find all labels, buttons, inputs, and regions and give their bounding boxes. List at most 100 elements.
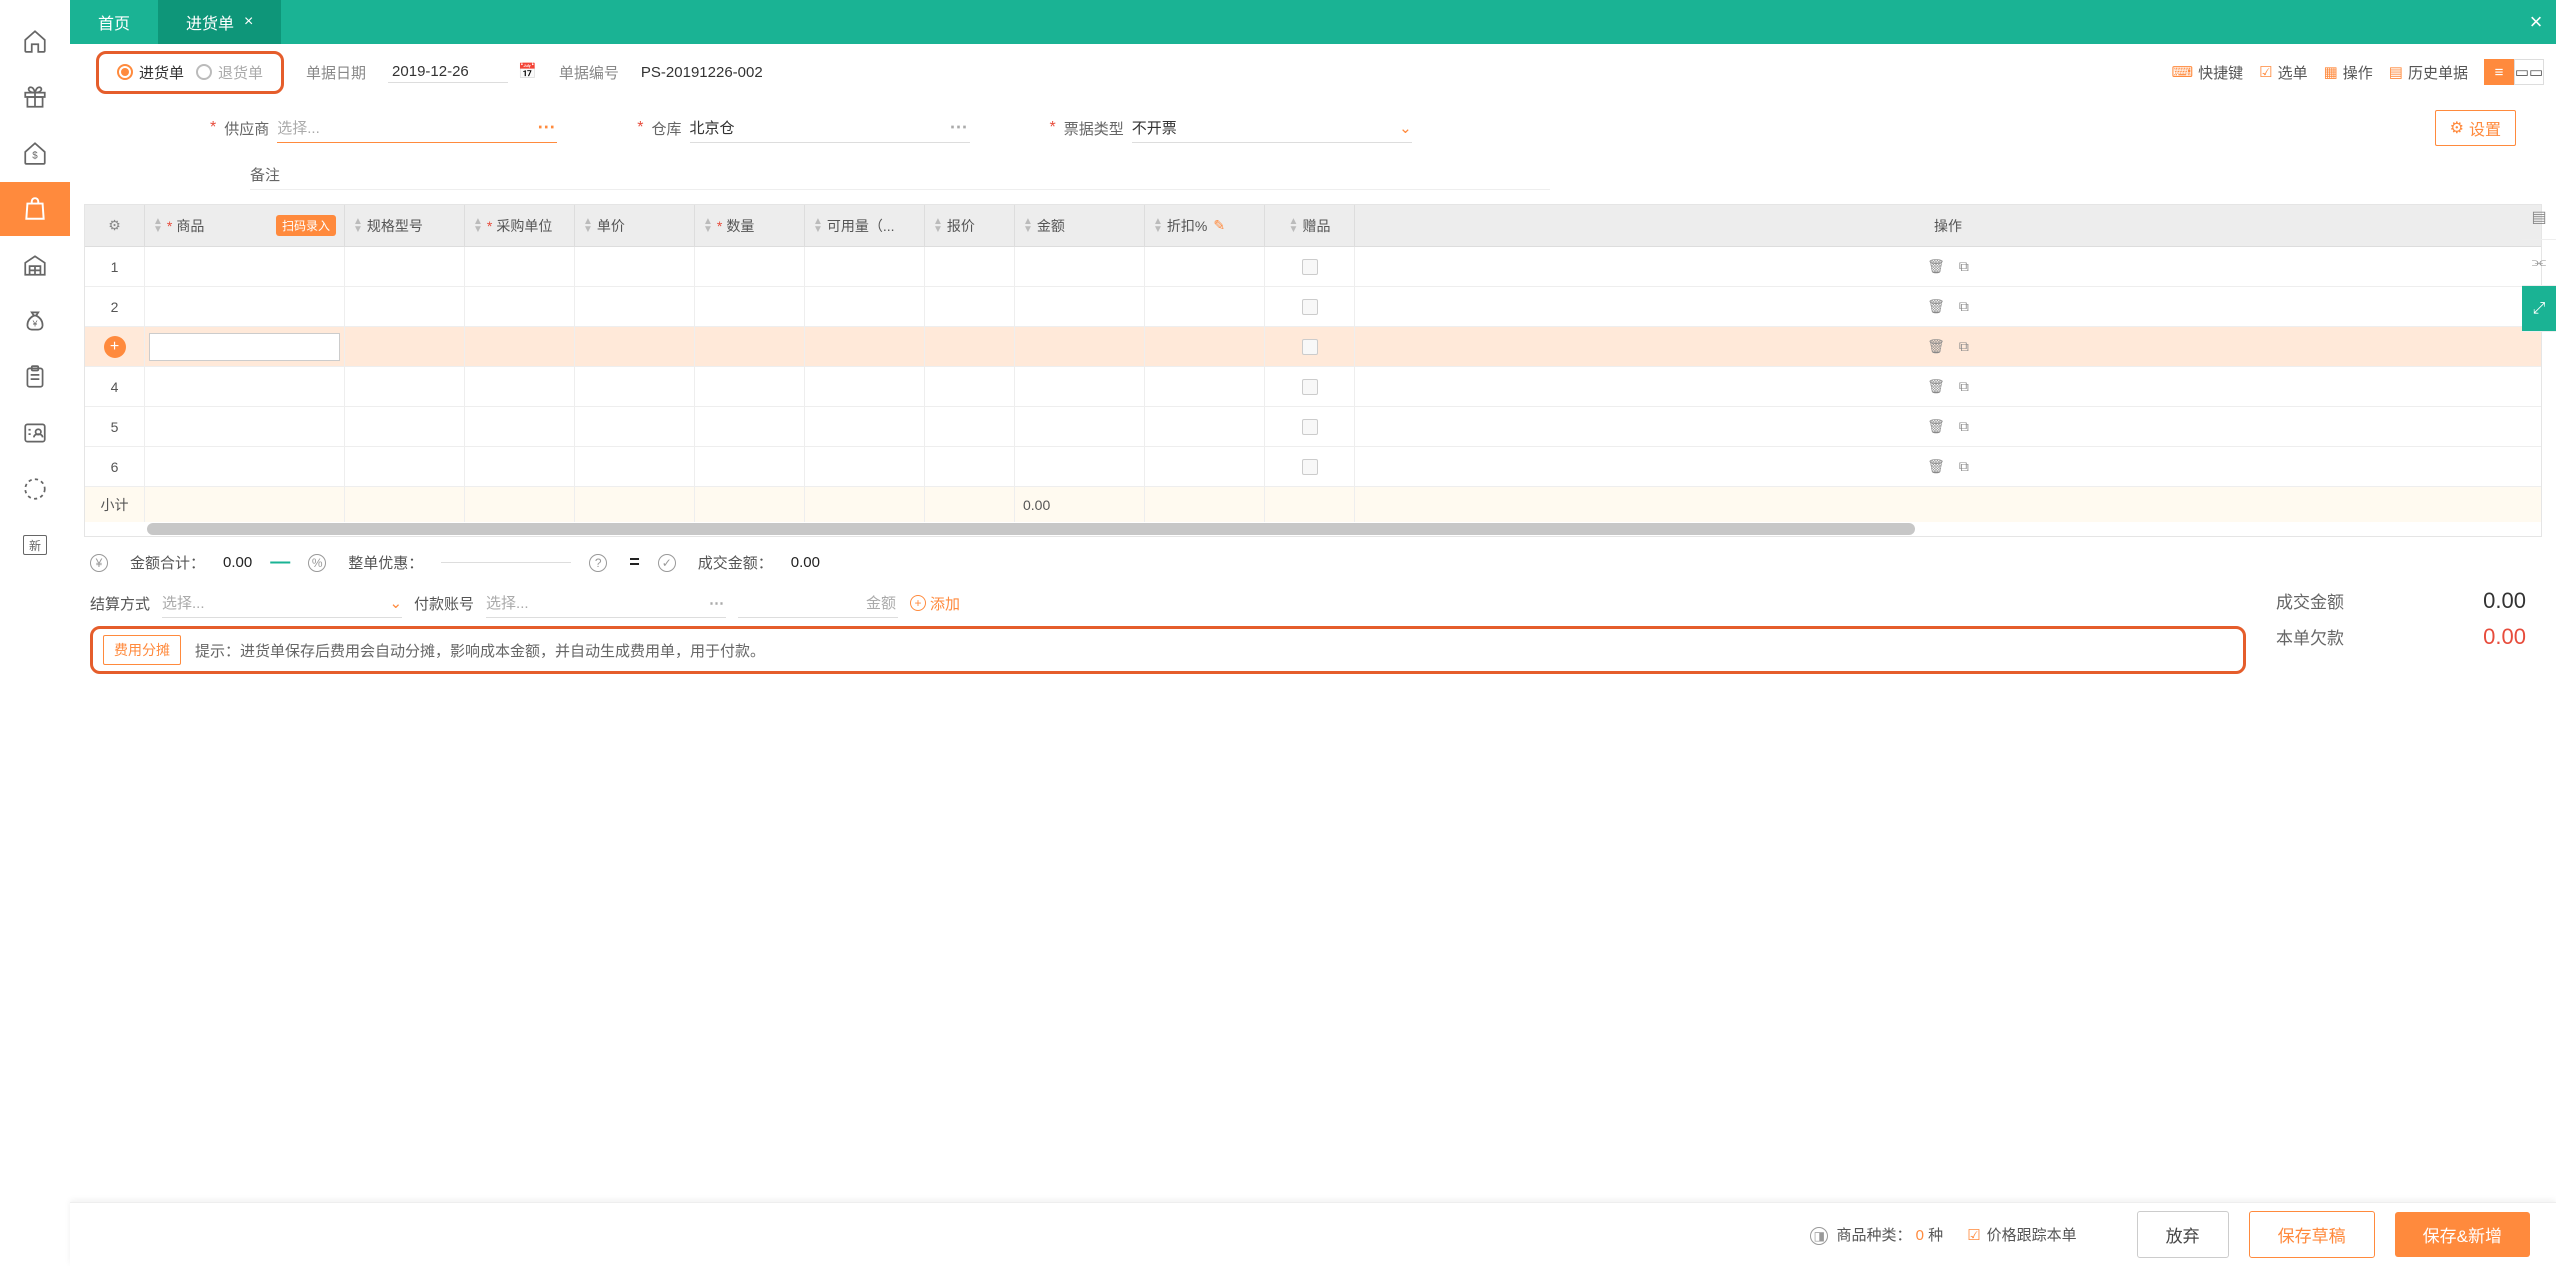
cell-gift[interactable] (1265, 327, 1355, 366)
tab-home[interactable]: 首页 (70, 0, 158, 44)
cell-spec[interactable] (345, 367, 465, 406)
cell-price[interactable] (575, 247, 695, 286)
cell-spec[interactable] (345, 447, 465, 486)
col-qty[interactable]: ▲▼*数量 (695, 205, 805, 246)
cell-qty[interactable] (695, 447, 805, 486)
radio-return[interactable]: 退货单 (196, 62, 263, 83)
col-unit[interactable]: ▲▼*采购单位 (465, 205, 575, 246)
save-new-button[interactable]: 保存&新增 (2395, 1212, 2530, 1257)
cell-gift[interactable] (1265, 287, 1355, 326)
view-list-button[interactable]: ≡ (2484, 59, 2514, 85)
save-draft-button[interactable]: 保存草稿 (2249, 1211, 2375, 1258)
cell-discount[interactable] (1145, 247, 1265, 286)
help-icon[interactable]: ? (589, 554, 607, 572)
remarks-input[interactable]: 备注 (250, 164, 1550, 190)
cell-spec[interactable] (345, 247, 465, 286)
checkbox-icon[interactable] (1302, 459, 1318, 475)
copy-row-button[interactable]: ⧉ (1959, 458, 1969, 475)
cell-product[interactable] (145, 247, 345, 286)
delete-row-button[interactable]: 🗑 (1927, 258, 1945, 275)
checkbox-icon[interactable] (1302, 299, 1318, 315)
nav-gift[interactable] (0, 70, 70, 124)
radio-purchase[interactable]: 进货单 (117, 62, 184, 83)
select-order-button[interactable]: ☑选单 (2259, 62, 2307, 83)
col-available[interactable]: ▲▼可用量（... (805, 205, 925, 246)
delete-row-button[interactable]: 🗑 (1927, 418, 1945, 435)
cell-price[interactable] (575, 447, 695, 486)
cell-price[interactable] (575, 367, 695, 406)
pay-method-select[interactable]: 选择... ⌄ (162, 588, 402, 618)
add-row-button[interactable]: + (85, 327, 145, 366)
cell-quote[interactable] (925, 407, 1015, 446)
col-amount[interactable]: ▲▼金额 (1015, 205, 1145, 246)
cell-price[interactable] (575, 287, 695, 326)
cell-spec[interactable] (345, 327, 465, 366)
cell-spec[interactable] (345, 287, 465, 326)
nav-finance[interactable]: ¥ (0, 294, 70, 348)
cell-quote[interactable] (925, 327, 1015, 366)
nav-contacts[interactable] (0, 406, 70, 460)
copy-row-button[interactable]: ⧉ (1959, 258, 1969, 275)
cell-qty[interactable] (695, 247, 805, 286)
nav-sync[interactable] (0, 462, 70, 516)
history-button[interactable]: ▤历史单据 (2389, 62, 2468, 83)
nav-new[interactable]: 新 (0, 518, 70, 572)
delete-row-button[interactable]: 🗑 (1927, 378, 1945, 395)
settings-button[interactable]: ⚙ 设置 (2435, 110, 2516, 146)
date-picker[interactable]: 2019-12-26 📅 (388, 61, 537, 83)
cell-price[interactable] (575, 327, 695, 366)
nav-money-tag[interactable]: $ (0, 126, 70, 180)
fee-allocation-button[interactable]: 费用分摊 (103, 635, 181, 665)
cell-quote[interactable] (925, 247, 1015, 286)
col-gift[interactable]: ▲▼赠品 (1265, 205, 1355, 246)
add-payment-button[interactable]: + 添加 (910, 593, 960, 614)
copy-row-button[interactable]: ⧉ (1959, 378, 1969, 395)
rail-note[interactable]: ▤ (2522, 194, 2556, 240)
cell-quote[interactable] (925, 287, 1015, 326)
rail-link[interactable]: ⫘ (2522, 240, 2556, 286)
price-track-checkbox[interactable]: ☑ 价格跟踪本单 (1967, 1224, 2076, 1245)
col-product[interactable]: ▲▼*商品扫码录入 (145, 205, 345, 246)
col-price[interactable]: ▲▼单价 (575, 205, 695, 246)
discount-input[interactable] (441, 562, 571, 563)
delete-row-button[interactable]: 🗑 (1927, 298, 1945, 315)
scrollbar-thumb[interactable] (147, 523, 1915, 535)
cell-unit[interactable] (465, 247, 575, 286)
cell-product[interactable] (145, 367, 345, 406)
cell-gift[interactable] (1265, 447, 1355, 486)
copy-row-button[interactable]: ⧉ (1959, 298, 1969, 315)
cell-quote[interactable] (925, 447, 1015, 486)
cell-unit[interactable] (465, 367, 575, 406)
rail-expand[interactable]: ⤢ (2522, 286, 2556, 332)
checkbox-icon[interactable] (1302, 339, 1318, 355)
cell-discount[interactable] (1145, 327, 1265, 366)
cell-qty[interactable] (695, 407, 805, 446)
cell-product[interactable] (145, 327, 345, 366)
cell-unit[interactable] (465, 327, 575, 366)
cell-discount[interactable] (1145, 407, 1265, 446)
col-spec[interactable]: ▲▼规格型号 (345, 205, 465, 246)
checkbox-icon[interactable] (1302, 259, 1318, 275)
tab-purchase-order[interactable]: 进货单 × (158, 0, 281, 44)
checkbox-icon[interactable] (1302, 379, 1318, 395)
operation-button[interactable]: ▦操作 (2324, 62, 2373, 83)
cell-qty[interactable] (695, 287, 805, 326)
nav-clipboard[interactable] (0, 350, 70, 404)
nav-shopping[interactable] (0, 182, 70, 236)
cell-product[interactable] (145, 407, 345, 446)
cell-discount[interactable] (1145, 447, 1265, 486)
shortcut-button[interactable]: ⌨快捷键 (2171, 62, 2243, 83)
copy-row-button[interactable]: ⧉ (1959, 418, 1969, 435)
cell-discount[interactable] (1145, 367, 1265, 406)
supplier-select[interactable]: 选择... ⋯ (277, 113, 557, 143)
scan-input-badge[interactable]: 扫码录入 (276, 215, 336, 236)
pay-account-select[interactable]: 选择... ⋯ (486, 588, 726, 618)
cell-unit[interactable] (465, 447, 575, 486)
cell-quote[interactable] (925, 367, 1015, 406)
cell-gift[interactable] (1265, 247, 1355, 286)
cell-qty[interactable] (695, 327, 805, 366)
col-discount[interactable]: ▲▼折扣%✎ (1145, 205, 1265, 246)
horizontal-scrollbar[interactable] (85, 522, 2541, 536)
warehouse-select[interactable]: 北京仓 ⋯ (690, 113, 970, 143)
cell-unit[interactable] (465, 287, 575, 326)
